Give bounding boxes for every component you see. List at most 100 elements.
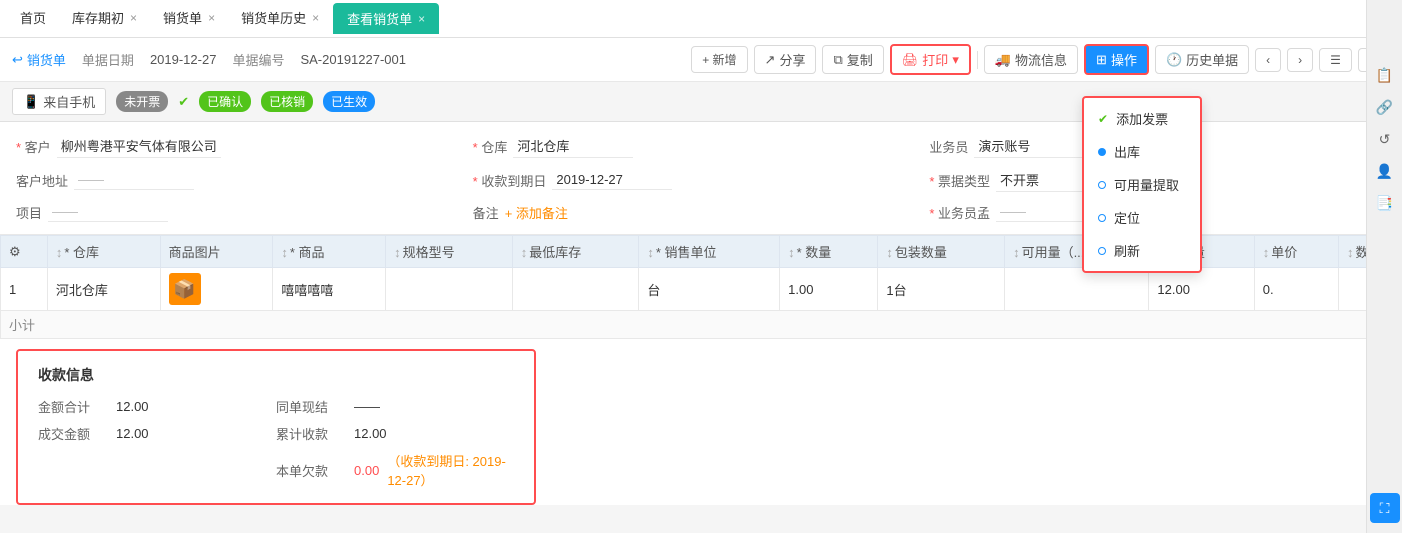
sidebar-doc2-icon[interactable]: 📑 [1370,188,1400,218]
payment-date-label: 收款到期日 [473,171,547,190]
note-label: 备注 [473,203,499,222]
copy-label: 复制 [847,50,873,69]
staff-label: 业务员 [929,137,968,156]
col-qty: ↕* 数量 [780,236,878,268]
tab-inventory[interactable]: 库存期初 × [60,0,149,37]
address-field: 客户地址 —— [16,170,473,190]
sidebar-user-icon[interactable]: 👤 [1370,156,1400,186]
copy-icon: ⧉ [833,52,842,68]
warehouse-field: 仓库 河北仓库 [473,134,930,158]
col-gear: ⚙ [1,236,48,268]
customer-value[interactable]: 柳州粤港平安气体有限公司 [57,134,221,158]
dropdown-item-outbound[interactable]: 出库 [1084,135,1200,168]
grid-icon: ⊞ [1096,52,1107,68]
sidebar-link-icon[interactable]: 🔗 [1370,92,1400,122]
tab-sales-history[interactable]: 销货单历史 × [229,0,331,37]
add-note-button[interactable]: + 添加备注 [505,203,568,222]
product-image: 📦 [169,273,201,305]
subtotal-row: 小计 [1,311,1402,339]
dropdown-item-invoice[interactable]: ✔ 添加发票 [1084,102,1200,135]
dropdown-refresh-label: 刷新 [1114,241,1140,260]
sidebar-expand-icon[interactable]: ⛶ [1370,493,1400,523]
staff2-label: 业务员孟 [929,203,990,222]
doc-type: ↩ 销货单 [12,50,66,69]
tab-sales[interactable]: 销货单 × [151,0,227,37]
add-button[interactable]: + 新增 [691,46,747,73]
customer-label: 客户 [16,137,51,156]
effect-tag: 已生效 [323,91,375,112]
col-price: ↕单价 [1254,236,1338,268]
history-button[interactable]: 🕐 历史单据 [1155,45,1249,74]
tab-sales-history-label: 销货单历史 [241,8,306,27]
cell-product: 嘻嘻嘻嘻 [273,268,386,311]
address-label: 客户地址 [16,171,68,190]
tab-inventory-close[interactable]: × [130,11,137,25]
view-list-button[interactable]: ☰ [1319,48,1352,72]
warehouse-label: 仓库 [473,137,508,156]
logistics-button[interactable]: 🚚 物流信息 [984,45,1078,74]
table-row: 1 河北仓库 📦 嘻嘻嘻嘻 台 1.00 1台 12.00 0. [1,268,1402,311]
right-sidebar: 📋 🔗 ↺ 👤 📑 ⛶ [1366,0,1402,533]
tab-view-sales[interactable]: 查看销货单 × [333,3,439,34]
project-value: —— [48,202,168,222]
balance-note: （收款到期日: 2019-12-27） [387,451,514,489]
subtotal-label: 小计 [1,311,1402,339]
tab-home[interactable]: 首页 [8,0,58,37]
dropdown-item-available[interactable]: 可用量提取 [1084,168,1200,201]
tab-inventory-label: 库存期初 [72,8,124,27]
toolbar-divider [977,51,978,69]
confirm-check-icon: ✔ [178,94,189,110]
sidebar-doc-icon[interactable]: 📋 [1370,60,1400,90]
copy-button[interactable]: ⧉ 复制 [822,45,883,74]
staff-value: 演示账号 [974,134,1094,158]
outbound-dot-icon [1098,148,1106,156]
share-label: 分享 [779,50,805,69]
address-value: —— [74,170,194,190]
doc-number-value: SA-20191227-001 [300,52,406,67]
cell-spec [386,268,513,311]
col-warehouse: ↕* 仓库 [47,236,160,268]
project-field: 项目 —— [16,202,473,222]
mobile-label: 来自手机 [43,92,95,111]
tab-view-sales-close[interactable]: × [418,12,425,26]
operation-dropdown: ✔ 添加发票 出库 可用量提取 定位 刷新 [1082,96,1202,273]
col-image: 商品图片 [160,236,273,268]
tab-sales-history-close[interactable]: × [312,11,319,25]
payment-grid: 金额合计 12.00 同单现结 —— 成交金额 12.00 累计收款 12.00… [38,397,514,489]
warehouse-value[interactable]: 河北仓库 [513,134,633,158]
settlement-row: 同单现结 —— [276,397,514,416]
total-value: 12.00 [116,399,149,414]
share-button[interactable]: ↗ 分享 [754,45,817,74]
print-button[interactable]: 🖨 打印 ▾ [890,44,971,75]
col-pack-qty: ↕包装数量 [878,236,1005,268]
sidebar-refresh-icon[interactable]: ↺ [1370,124,1400,154]
toolbar-actions: + 新增 ↗ 分享 ⧉ 复制 🖨 打印 ▾ 🚚 物流信息 ⊞ 操作 [691,44,1390,75]
col-min-stock: ↕最低库存 [512,236,639,268]
cell-pack-qty: 1台 [878,268,1005,311]
canceled-tag: 已核销 [261,91,313,112]
cell-unit: 台 [639,268,780,311]
operate-label: 操作 [1111,50,1137,69]
dropdown-item-refresh[interactable]: 刷新 [1084,234,1200,267]
cumulative-label: 累计收款 [276,424,346,443]
logistics-label: 物流信息 [1015,50,1067,69]
print-dropdown-icon: ▾ [952,52,959,68]
nav-next-button[interactable]: › [1287,48,1313,72]
payment-section: 收款信息 金额合计 12.00 同单现结 —— 成交金额 12.00 累计收款 … [16,349,536,505]
balance-label: 本单欠款 [276,461,346,480]
doc-icon: ↩ [12,52,23,68]
dropdown-item-locate[interactable]: 定位 [1084,201,1200,234]
customer-field: 客户 柳州粤港平安气体有限公司 [16,134,473,158]
operate-button[interactable]: ⊞ 操作 [1084,44,1149,75]
payment-title: 收款信息 [38,365,514,385]
payment-date-value[interactable]: 2019-12-27 [552,170,672,190]
balance-row: 本单欠款 0.00 （收款到期日: 2019-12-27） [276,451,514,489]
tab-sales-close[interactable]: × [208,11,215,25]
invoice-check-icon: ✔ [1098,112,1108,126]
mobile-btn[interactable]: 📱 来自手机 [12,88,106,115]
settlement-value: —— [354,399,380,414]
nav-prev-button[interactable]: ‹ [1255,48,1281,72]
cell-image: 📦 [160,268,273,311]
col-unit: ↕* 销售单位 [639,236,780,268]
gear-icon[interactable]: ⚙ [9,244,21,259]
